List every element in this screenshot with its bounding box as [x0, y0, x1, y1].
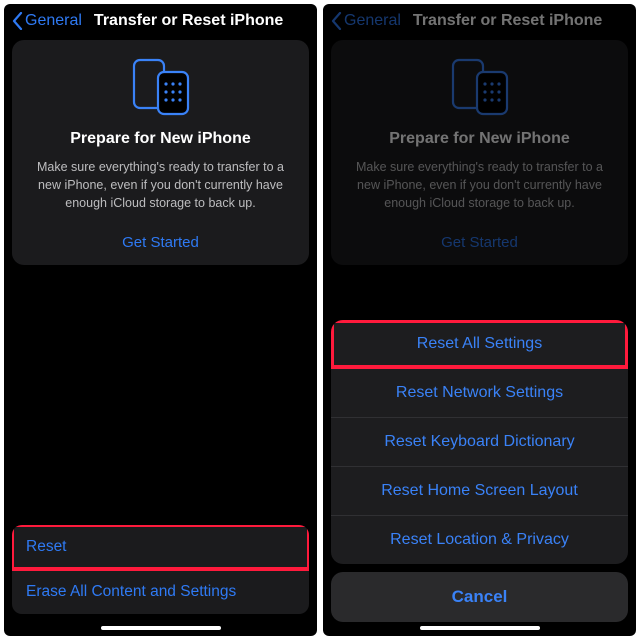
page-title: Transfer or Reset iPhone	[413, 12, 602, 30]
card-body: Make sure everything's ready to transfer…	[26, 158, 295, 212]
home-indicator[interactable]	[420, 626, 540, 630]
option-reset-network-settings[interactable]: Reset Network Settings	[331, 368, 628, 417]
back-button: General	[344, 12, 401, 30]
get-started-button[interactable]: Get Started	[26, 228, 295, 251]
option-reset-home-screen-layout[interactable]: Reset Home Screen Layout	[331, 466, 628, 515]
card-body: Make sure everything's ready to transfer…	[345, 158, 614, 212]
card-heading: Prepare for New iPhone	[345, 130, 614, 148]
spacer	[12, 265, 309, 525]
cancel-button[interactable]: Cancel	[331, 572, 628, 622]
devices-icon	[26, 58, 295, 116]
phone-left: General Transfer or Reset iPhone Prepare…	[4, 4, 317, 636]
nav-bar: General Transfer or Reset iPhone	[331, 4, 628, 40]
nav-bar: General Transfer or Reset iPhone	[12, 4, 309, 40]
prepare-card: Prepare for New iPhone Make sure everyth…	[12, 40, 309, 265]
home-indicator[interactable]	[101, 626, 221, 630]
action-sheet: Reset All Settings Reset Network Setting…	[331, 320, 628, 622]
action-sheet-options: Reset All Settings Reset Network Setting…	[331, 320, 628, 564]
back-button[interactable]: General	[25, 12, 82, 30]
option-reset-keyboard-dictionary[interactable]: Reset Keyboard Dictionary	[331, 417, 628, 466]
chevron-left-icon[interactable]	[12, 12, 23, 30]
option-reset-location-privacy[interactable]: Reset Location & Privacy	[331, 515, 628, 564]
erase-all-row[interactable]: Erase All Content and Settings	[12, 569, 309, 614]
devices-icon	[345, 58, 614, 116]
get-started-button: Get Started	[345, 228, 614, 251]
reset-row[interactable]: Reset	[12, 525, 309, 569]
reset-row-group: Reset Erase All Content and Settings	[12, 525, 309, 614]
prepare-card: Prepare for New iPhone Make sure everyth…	[331, 40, 628, 265]
option-reset-all-settings[interactable]: Reset All Settings	[331, 320, 628, 368]
page-title: Transfer or Reset iPhone	[94, 12, 283, 30]
screenshots-pair: General Transfer or Reset iPhone Prepare…	[4, 4, 636, 636]
phone-right: General Transfer or Reset iPhone Prepare…	[323, 4, 636, 636]
chevron-left-icon	[331, 12, 342, 30]
card-heading: Prepare for New iPhone	[26, 130, 295, 148]
